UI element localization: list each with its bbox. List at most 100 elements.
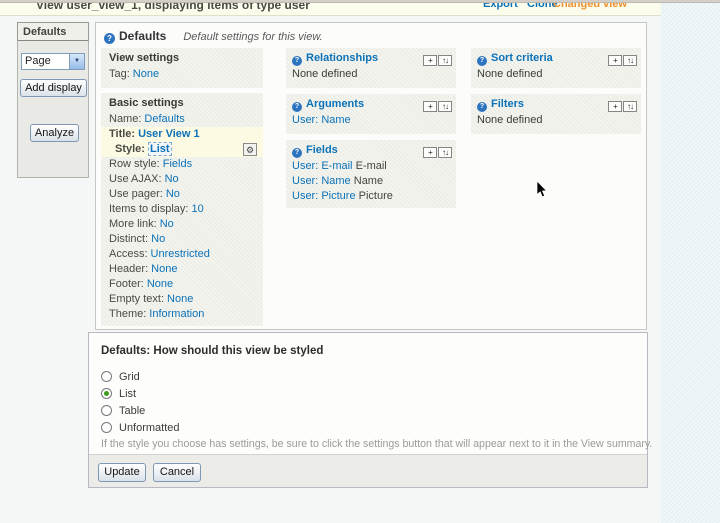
help-icon[interactable]: ? bbox=[104, 33, 115, 44]
items-value-link[interactable]: 10 bbox=[191, 203, 203, 215]
style-settings-button[interactable]: ⚙ bbox=[243, 143, 257, 156]
chevron-down-icon[interactable]: ▼ bbox=[69, 54, 84, 69]
setting-label: Items to display: bbox=[109, 203, 188, 215]
add-button[interactable]: + bbox=[423, 101, 437, 112]
setting-label: Footer: bbox=[109, 278, 144, 290]
export-link[interactable]: Export bbox=[483, 3, 518, 10]
name-value-link[interactable]: Defaults bbox=[144, 113, 184, 125]
field-label: Name bbox=[354, 175, 383, 187]
arguments-box: ? Arguments +↑↓ User: Name bbox=[286, 94, 456, 134]
setting-label: Title: bbox=[109, 128, 135, 140]
footer-value-link[interactable]: None bbox=[147, 278, 173, 290]
relationships-title-link[interactable]: Relationships bbox=[306, 52, 378, 64]
style-option-grid[interactable]: Grid bbox=[101, 371, 140, 385]
view-title-bar: View user_view_1, displaying items of ty… bbox=[0, 3, 661, 16]
cancel-button[interactable]: Cancel bbox=[153, 463, 201, 482]
setting-label: Row style: bbox=[109, 158, 160, 170]
radio-table[interactable] bbox=[101, 405, 112, 416]
style-form-panel: Defaults: How should this view be styled… bbox=[88, 332, 648, 488]
analyze-button[interactable]: Analyze bbox=[30, 124, 79, 142]
empty-text-value-link[interactable]: None bbox=[167, 293, 193, 305]
pager-value-link[interactable]: No bbox=[166, 188, 180, 200]
field-label: E-mail bbox=[356, 160, 387, 172]
mouse-cursor bbox=[536, 181, 547, 198]
field-link[interactable]: User: E-mail bbox=[292, 160, 353, 172]
filters-title-link[interactable]: Filters bbox=[491, 98, 524, 110]
argument-link[interactable]: User: Name bbox=[292, 114, 351, 126]
sort-criteria-title-link[interactable]: Sort criteria bbox=[491, 52, 553, 64]
tag-value-link[interactable]: None bbox=[133, 68, 159, 80]
sort-criteria-box: ?Sort criteria +↑↓ None defined bbox=[471, 48, 641, 88]
radio-unformatted[interactable] bbox=[101, 422, 112, 433]
radio-label: List bbox=[119, 388, 136, 400]
style-option-list[interactable]: List bbox=[101, 388, 136, 402]
view-settings-box: View settings Tag:None bbox=[101, 48, 263, 88]
rearrange-button[interactable]: ↑↓ bbox=[438, 101, 452, 112]
page-title: View user_view_1, displaying items of ty… bbox=[36, 3, 310, 12]
help-icon[interactable]: ? bbox=[292, 148, 302, 158]
access-value-link[interactable]: Unrestricted bbox=[151, 248, 210, 260]
setting-row-items: Items to display:10 bbox=[101, 202, 263, 217]
add-button[interactable]: + bbox=[423, 147, 437, 158]
filters-box: ?Filters +↑↓ None defined bbox=[471, 94, 641, 134]
display-type-select[interactable]: Page ▼ bbox=[21, 53, 85, 70]
field-item: User: E-mail E-mail bbox=[286, 159, 456, 174]
summary-header: ?DefaultsDefault settings for this view. bbox=[104, 29, 323, 44]
style-value-link[interactable]: List bbox=[148, 142, 172, 156]
view-settings-title: View settings bbox=[101, 51, 263, 67]
add-button[interactable]: + bbox=[608, 55, 622, 66]
style-form-title: Defaults: How should this view be styled bbox=[101, 345, 323, 357]
more-link-value-link[interactable]: No bbox=[160, 218, 174, 230]
setting-label: Name: bbox=[109, 113, 141, 125]
row-style-value-link[interactable]: Fields bbox=[163, 158, 192, 170]
field-link[interactable]: User: Name bbox=[292, 175, 351, 187]
add-button[interactable]: + bbox=[608, 101, 622, 112]
setting-label: Theme: bbox=[109, 308, 146, 320]
setting-label: More link: bbox=[109, 218, 157, 230]
update-button[interactable]: Update bbox=[98, 463, 146, 482]
setting-row-access: Access:Unrestricted bbox=[101, 247, 263, 262]
argument-item: User: Name bbox=[286, 113, 456, 128]
form-actions-row: Update Cancel bbox=[89, 454, 647, 487]
setting-row-theme: Theme:Information bbox=[101, 307, 263, 322]
setting-label: Header: bbox=[109, 263, 148, 275]
basic-settings-title: Basic settings bbox=[101, 96, 263, 112]
title-value-link[interactable]: User View 1 bbox=[138, 128, 200, 140]
radio-grid[interactable] bbox=[101, 371, 112, 382]
basic-settings-box: Basic settings Name:Defaults Title:User … bbox=[101, 93, 263, 326]
add-display-button[interactable]: Add display bbox=[20, 79, 87, 97]
relationships-box: ? Relationships +↑↓ None defined bbox=[286, 48, 456, 88]
fields-title-link[interactable]: Fields bbox=[306, 144, 338, 156]
ajax-value-link[interactable]: No bbox=[165, 173, 179, 185]
style-option-table[interactable]: Table bbox=[101, 405, 145, 419]
changed-view-link[interactable]: Changed view bbox=[553, 3, 627, 10]
radio-list-selected[interactable] bbox=[101, 388, 112, 399]
theme-value-link[interactable]: Information bbox=[149, 308, 204, 320]
arguments-title-link[interactable]: Arguments bbox=[306, 98, 364, 110]
field-link[interactable]: User: Picture bbox=[292, 190, 356, 202]
help-icon[interactable]: ? bbox=[292, 56, 302, 66]
setting-row-header: Header:None bbox=[101, 262, 263, 277]
relationships-empty-text: None defined bbox=[286, 67, 456, 82]
gear-icon: ⚙ bbox=[246, 145, 254, 155]
field-item: User: Picture Picture bbox=[286, 189, 456, 204]
add-button[interactable]: + bbox=[423, 55, 437, 66]
help-icon[interactable]: ? bbox=[477, 56, 487, 66]
setting-row-style: Style:List ⚙ bbox=[101, 142, 263, 157]
setting-row-distinct: Distinct:No bbox=[101, 232, 263, 247]
help-icon[interactable]: ? bbox=[292, 102, 302, 112]
header-value-link[interactable]: None bbox=[151, 263, 177, 275]
rearrange-button[interactable]: ↑↓ bbox=[623, 55, 637, 66]
tab-defaults[interactable]: Defaults bbox=[17, 22, 89, 41]
help-icon[interactable]: ? bbox=[477, 102, 487, 112]
page-background-strip bbox=[661, 3, 720, 523]
distinct-value-link[interactable]: No bbox=[151, 233, 165, 245]
setting-row-footer: Footer:None bbox=[101, 277, 263, 292]
rearrange-button[interactable]: ↑↓ bbox=[623, 101, 637, 112]
rearrange-button[interactable]: ↑↓ bbox=[438, 147, 452, 158]
rearrange-button[interactable]: ↑↓ bbox=[438, 55, 452, 66]
setting-row-morelink: More link:No bbox=[101, 217, 263, 232]
setting-label: Empty text: bbox=[109, 293, 164, 305]
style-option-unformatted[interactable]: Unformatted bbox=[101, 422, 180, 436]
summary-title: Defaults bbox=[119, 29, 166, 43]
